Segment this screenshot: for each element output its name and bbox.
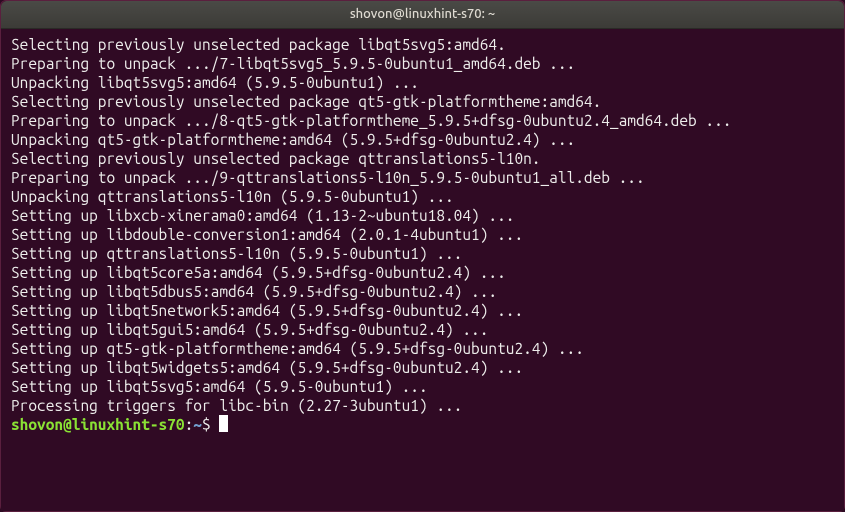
prompt-path: ~ [193,416,202,433]
terminal-line: Preparing to unpack .../9-qttranslations… [11,168,834,187]
terminal-line: Setting up libxcb-xinerama0:amd64 (1.13-… [11,206,834,225]
terminal-line: Preparing to unpack .../8-qt5-gtk-platfo… [11,111,834,130]
terminal-line: Selecting previously unselected package … [11,35,834,54]
terminal-line: Setting up libqt5gui5:amd64 (5.9.5+dfsg-… [11,320,834,339]
terminal-line: Setting up libqt5core5a:amd64 (5.9.5+dfs… [11,263,834,282]
terminal-line: Setting up libqt5widgets5:amd64 (5.9.5+d… [11,358,834,377]
terminal-line: Setting up qttranslations5-l10n (5.9.5-0… [11,244,834,263]
prompt-userhost: shovon@linuxhint-s70 [11,416,185,433]
terminal-line: Setting up libqt5network5:amd64 (5.9.5+d… [11,301,834,320]
terminal-line: Selecting previously unselected package … [11,149,834,168]
terminal-line: Unpacking qt5-gtk-platformtheme:amd64 (5… [11,130,834,149]
terminal-line: Unpacking libqt5svg5:amd64 (5.9.5-0ubunt… [11,73,834,92]
terminal-line: Setting up libdouble-conversion1:amd64 (… [11,225,834,244]
terminal-line: Setting up libqt5dbus5:amd64 (5.9.5+dfsg… [11,282,834,301]
window-title: shovon@linuxhint-s70: ~ [350,5,495,24]
terminal-line: Processing triggers for libc-bin (2.27-3… [11,396,834,415]
cursor [219,415,228,432]
terminal-line: Preparing to unpack .../7-libqt5svg5_5.9… [11,54,834,73]
terminal-line: Setting up qt5-gtk-platformtheme:amd64 (… [11,339,834,358]
prompt-symbol: $ [202,416,211,433]
titlebar: shovon@linuxhint-s70: ~ [1,1,844,29]
terminal-line: Setting up libqt5svg5:amd64 (5.9.5-0ubun… [11,377,834,396]
terminal-line: Unpacking qttranslations5-l10n (5.9.5-0u… [11,187,834,206]
prompt-line[interactable]: shovon@linuxhint-s70:~$ [11,415,834,434]
terminal-body[interactable]: Selecting previously unselected package … [1,29,844,511]
prompt-separator: : [185,416,194,433]
terminal-line: Selecting previously unselected package … [11,92,834,111]
